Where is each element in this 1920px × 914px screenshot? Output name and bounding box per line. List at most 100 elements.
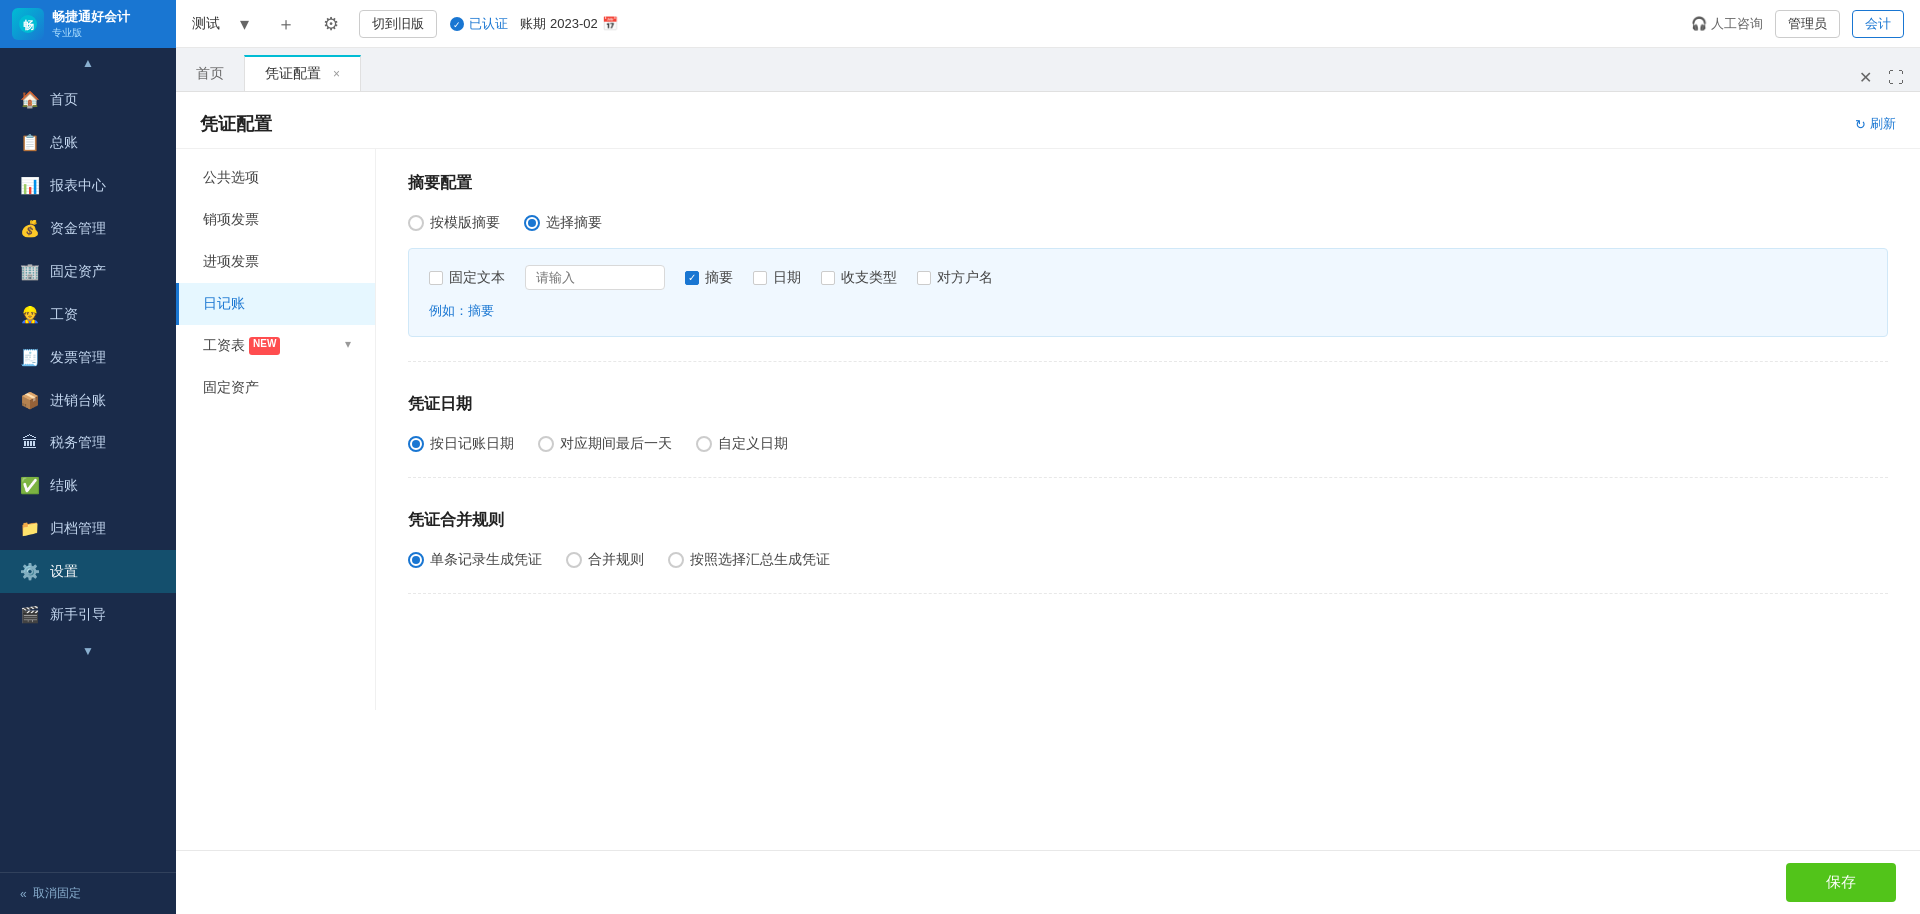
sidebar-icon: 👷 — [20, 305, 40, 324]
radio-circle — [408, 552, 424, 568]
merge-radio-0[interactable]: 单条记录生成凭证 — [408, 551, 542, 569]
config-sidebar-item-日记账[interactable]: 日记账 — [176, 283, 375, 325]
period-info: 账期 2023-02 📅 — [520, 15, 618, 33]
date-section: 凭证日期 按日记账日期 对应期间最后一天 自定义日期 — [408, 394, 1888, 478]
sidebar-item-进销台账[interactable]: 📦 进销台账 — [0, 379, 176, 422]
config-sidebar-item-销项发票[interactable]: 销项发票 — [176, 199, 375, 241]
svg-text:✓: ✓ — [453, 20, 461, 30]
sidebar-label: 固定资产 — [50, 263, 106, 281]
summary-title: 摘要配置 — [408, 173, 1888, 194]
sidebar-item-报表中心[interactable]: 📊报表中心 — [0, 164, 176, 207]
summary-radio-1[interactable]: 选择摘要 — [524, 214, 602, 232]
summary-checkbox-固定文本[interactable]: 固定文本 — [429, 269, 505, 287]
cancel-fixed-btn[interactable]: « 取消固定 — [0, 872, 176, 914]
add-btn[interactable]: ＋ — [269, 8, 303, 40]
config-sidebar-item-工资表[interactable]: 工资表NEW▾ — [176, 325, 375, 367]
config-sidebar: 公共选项销项发票进项发票日记账工资表NEW▾固定资产 — [176, 149, 376, 710]
page-content: 凭证配置 ↻ 刷新 公共选项销项发票进项发票日记账工资表NEW▾固定资产 — [176, 92, 1920, 914]
tab-expand-btn[interactable]: ⛶ — [1884, 65, 1908, 91]
date-title: 凭证日期 — [408, 394, 1888, 415]
sidebar-item-设置[interactable]: ⚙️ 设置 — [0, 550, 176, 593]
sidebar-label: 设置 — [50, 563, 78, 581]
consult-btn[interactable]: 🎧 人工咨询 — [1691, 15, 1763, 33]
page-inner: 凭证配置 ↻ 刷新 公共选项销项发票进项发票日记账工资表NEW▾固定资产 — [176, 92, 1920, 914]
sidebar-icon: 🏛 — [20, 434, 40, 452]
refresh-btn[interactable]: ↻ 刷新 — [1855, 115, 1896, 133]
settings-btn[interactable]: ⚙ — [315, 9, 347, 39]
logo-text: 畅捷通好会计 — [52, 8, 130, 26]
sidebar-item-工资[interactable]: 👷工资 — [0, 293, 176, 336]
config-layout: 公共选项销项发票进项发票日记账工资表NEW▾固定资产 摘要配置 按模版摘要 选择摘… — [176, 149, 1920, 710]
radio-circle — [696, 436, 712, 452]
accountant-btn[interactable]: 会计 — [1852, 10, 1904, 38]
sidebar-icon: 📊 — [20, 176, 40, 195]
tab-actions: ✕ ⛶ — [1843, 64, 1920, 91]
date-radio-2[interactable]: 自定义日期 — [696, 435, 788, 453]
tab-close-window-btn[interactable]: ✕ — [1855, 64, 1876, 91]
switch-version-btn[interactable]: 切到旧版 — [359, 10, 437, 38]
sidebar-item-发票管理[interactable]: 🧾发票管理 — [0, 336, 176, 379]
svg-text:畅: 畅 — [23, 19, 34, 31]
save-bar: 保存 — [176, 850, 1920, 914]
checkbox-box — [917, 271, 931, 285]
date-radio-0[interactable]: 按日记账日期 — [408, 435, 514, 453]
tab-bar: 首页 凭证配置 × ✕ ⛶ — [176, 48, 1920, 92]
tab-home[interactable]: 首页 — [176, 57, 244, 91]
sidebar-item-税务管理[interactable]: 🏛税务管理 — [0, 422, 176, 464]
sidebar-item-结账[interactable]: ✅结账 — [0, 464, 176, 507]
sidebar-label: 首页 — [50, 91, 78, 109]
radio-circle — [524, 215, 540, 231]
certified-badge: ✓ 已认证 — [449, 15, 508, 33]
workspace-dropdown[interactable]: ▾ — [232, 9, 257, 39]
config-sidebar-item-公共选项[interactable]: 公共选项 — [176, 157, 375, 199]
sidebar-item-新手引导[interactable]: 🎬 新手引导 — [0, 593, 176, 636]
sidebar-item-固定资产[interactable]: 🏢 固定资产 — [0, 250, 176, 293]
sidebar-scroll-down[interactable]: ▼ — [0, 636, 176, 666]
sidebar-icon: 📦 — [20, 391, 40, 410]
top-right: 🎧 人工咨询 管理员 会计 — [1691, 10, 1904, 38]
sidebar-icon: 📁 — [20, 519, 40, 538]
sidebar-icon: ⚙️ — [20, 562, 40, 581]
date-radio-1[interactable]: 对应期间最后一天 — [538, 435, 672, 453]
checkbox-box — [821, 271, 835, 285]
checkbox-box — [753, 271, 767, 285]
sidebar-label: 归档管理 — [50, 520, 106, 538]
page-header: 凭证配置 ↻ 刷新 — [176, 92, 1920, 149]
summary-radio-0[interactable]: 按模版摘要 — [408, 214, 500, 232]
fixed-text-input[interactable] — [525, 265, 665, 290]
tab-close-btn[interactable]: × — [333, 67, 340, 81]
merge-section: 凭证合并规则 单条记录生成凭证合并规则按照选择汇总生成凭证 — [408, 510, 1888, 594]
save-btn[interactable]: 保存 — [1786, 863, 1896, 902]
radio-circle — [668, 552, 684, 568]
sidebar-item-资金管理[interactable]: 💰资金管理 — [0, 207, 176, 250]
merge-radio-1[interactable]: 合并规则 — [566, 551, 644, 569]
summary-checkbox-对方户名[interactable]: 对方户名 — [917, 269, 993, 287]
summary-example: 例如：摘要 — [429, 302, 1867, 320]
sidebar-label: 资金管理 — [50, 220, 106, 238]
sidebar-icon: 🧾 — [20, 348, 40, 367]
logo-icon: 畅 — [12, 8, 44, 40]
logo-sub: 专业版 — [52, 26, 130, 40]
new-badge: NEW — [249, 337, 280, 355]
sidebar-label: 进销台账 — [50, 392, 106, 410]
summary-checkbox-摘要[interactable]: 摘要 — [685, 269, 733, 287]
config-sidebar-item-进项发票[interactable]: 进项发票 — [176, 241, 375, 283]
sidebar-icon: 🏢 — [20, 262, 40, 281]
summary-checkbox-日期[interactable]: 日期 — [753, 269, 801, 287]
sidebar-icon: 🎬 — [20, 605, 40, 624]
merge-radio-2[interactable]: 按照选择汇总生成凭证 — [668, 551, 830, 569]
sidebar-item-归档管理[interactable]: 📁 归档管理 — [0, 507, 176, 550]
sidebar-item-首页[interactable]: 🏠首页 — [0, 78, 176, 121]
manager-btn[interactable]: 管理员 — [1775, 10, 1840, 38]
tab-voucher-config[interactable]: 凭证配置 × — [244, 55, 361, 91]
config-sidebar-item-固定资产[interactable]: 固定资产 — [176, 367, 375, 409]
summary-checkboxes-row: 固定文本 摘要 日期 收支类型 对方户名 — [429, 265, 1867, 290]
summary-checkbox-收支类型[interactable]: 收支类型 — [821, 269, 897, 287]
page-title: 凭证配置 — [200, 112, 272, 136]
workspace-name: 测试 — [192, 15, 220, 33]
sidebar-label: 新手引导 — [50, 606, 106, 624]
sidebar-item-总账[interactable]: 📋总账 — [0, 121, 176, 164]
summary-section: 摘要配置 按模版摘要 选择摘要 固定文本 摘要 日期 收支类型 对方户名 例如：摘要 — [408, 173, 1888, 362]
merge-radio-group: 单条记录生成凭证 合并规则 按照选择汇总生成凭证 — [408, 551, 1888, 569]
sidebar-scroll-up[interactable]: ▲ — [0, 48, 176, 78]
